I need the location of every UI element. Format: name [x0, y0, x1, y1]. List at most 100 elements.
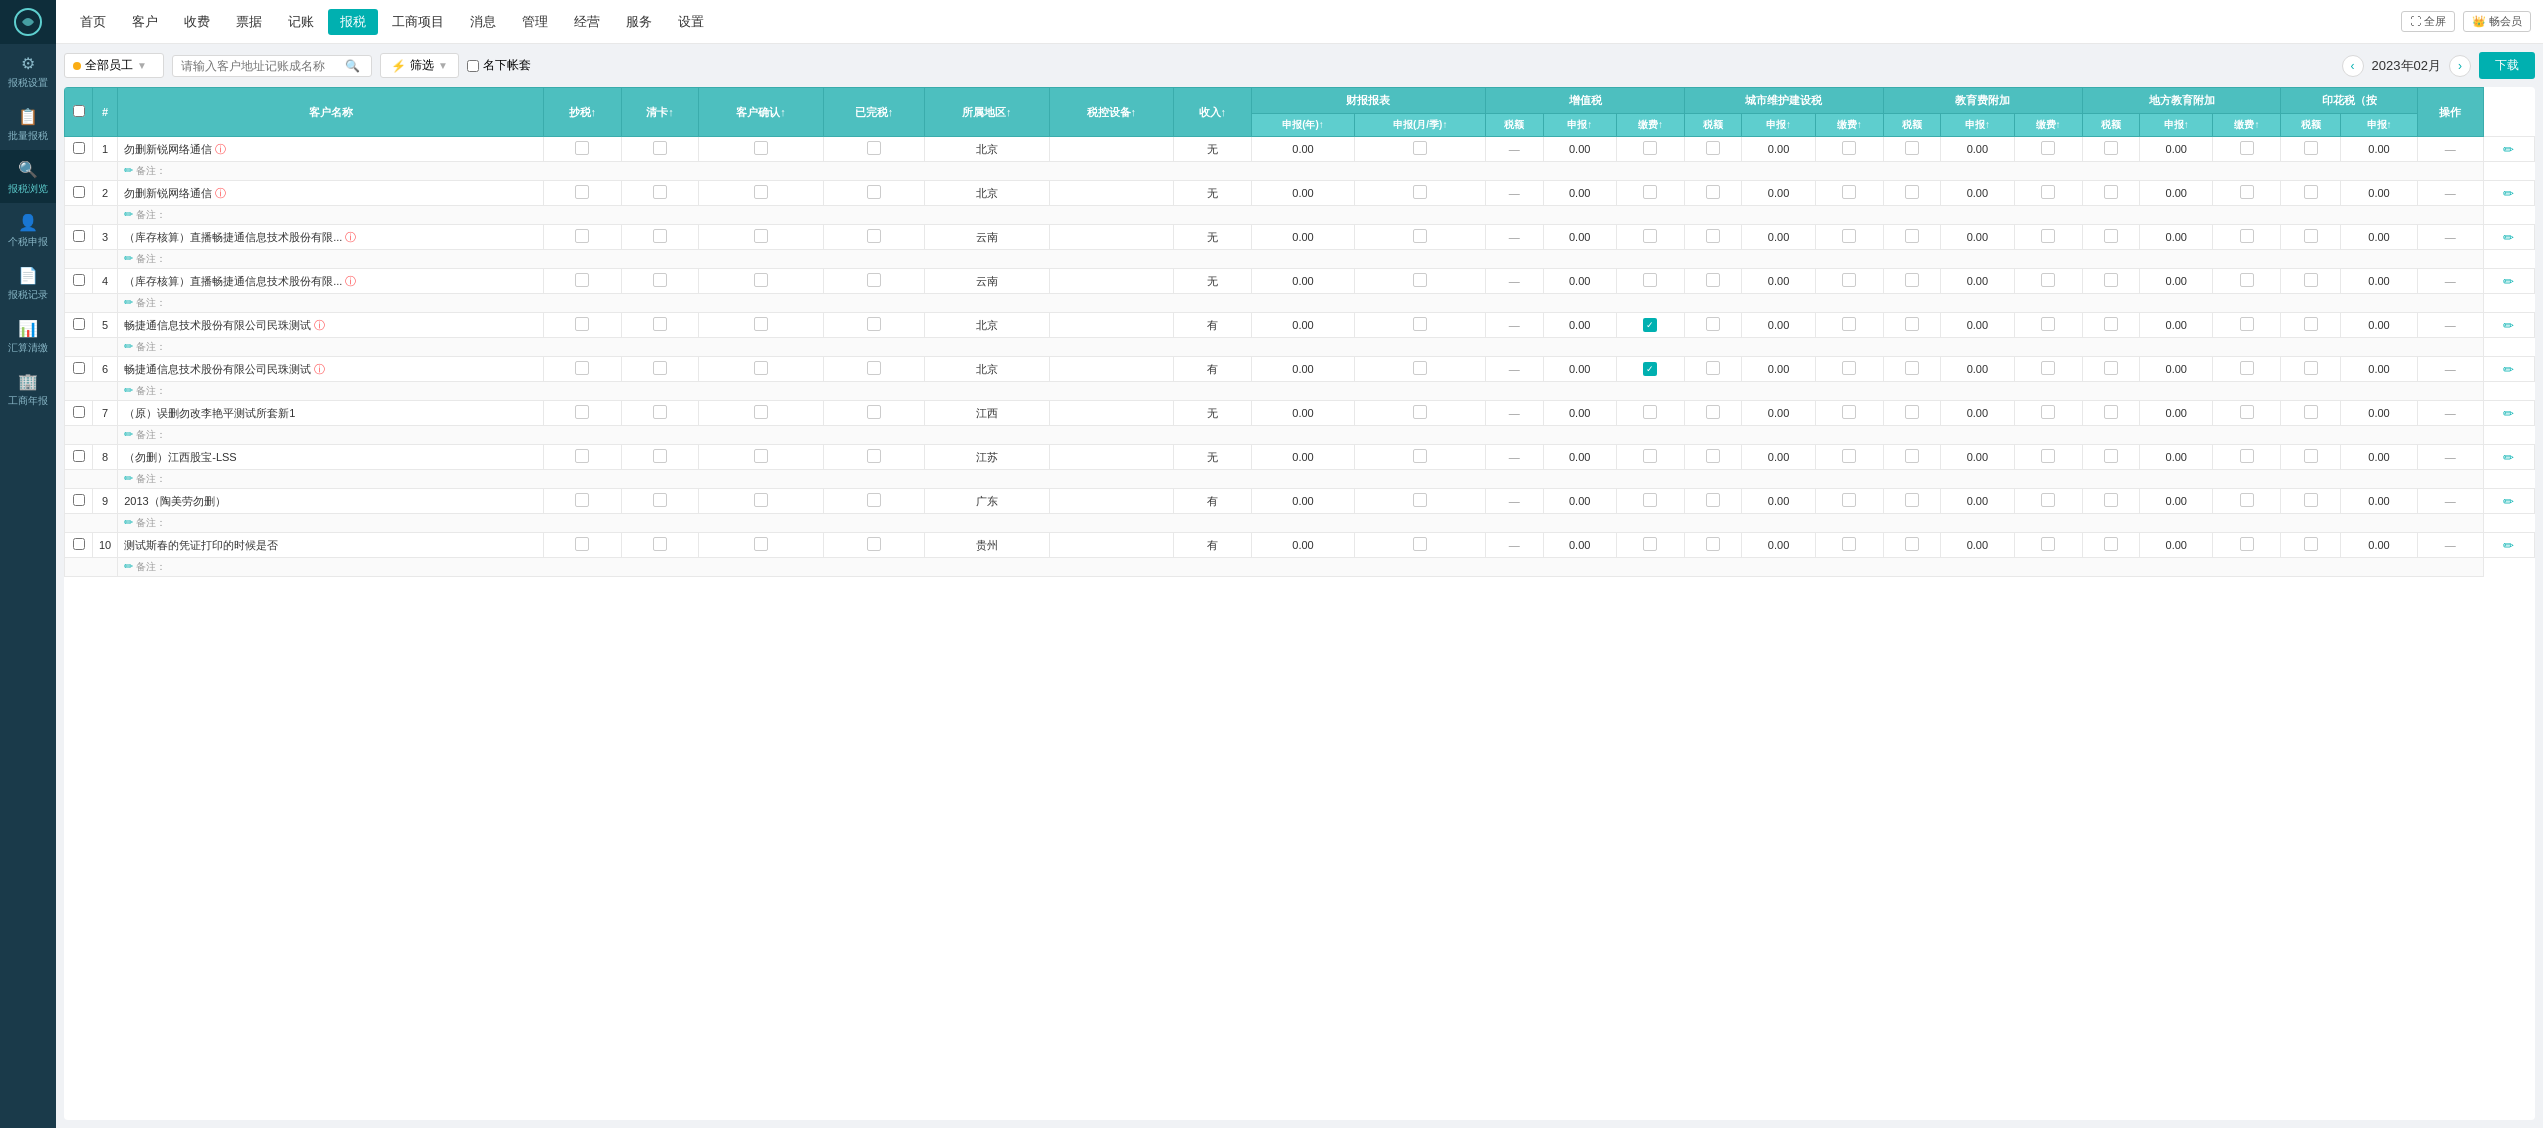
nav-business[interactable]: 工商项目: [380, 9, 456, 35]
th-declared[interactable]: 已完税↑: [823, 88, 924, 137]
row-actions[interactable]: ✏: [2483, 445, 2534, 470]
row-taxrate[interactable]: [543, 181, 621, 206]
named-account-checkbox-label[interactable]: 名下帐套: [467, 57, 531, 74]
row-declared[interactable]: [823, 445, 924, 470]
row-checkbox-cell[interactable]: [65, 269, 93, 294]
member-button[interactable]: 👑 畅会员: [2463, 11, 2531, 32]
edit-icon[interactable]: ✏: [2503, 494, 2514, 509]
row-zengzhi-declare[interactable]: ✓: [1616, 313, 1684, 338]
row-jiaoyu-fee[interactable]: [2082, 357, 2139, 382]
note-cell[interactable]: ✏ 备注：: [118, 514, 2483, 533]
row-caibao-year[interactable]: [1355, 225, 1486, 250]
edit-icon[interactable]: ✏: [2503, 538, 2514, 553]
row-clearcard[interactable]: [621, 445, 699, 470]
row-jiaoyu-declare[interactable]: [2014, 357, 2082, 382]
th-taxrate[interactable]: 抄税↑: [543, 88, 621, 137]
row-declared[interactable]: [823, 137, 924, 162]
row-jiaoyu-declare[interactable]: [2014, 489, 2082, 514]
row-cheng-fee[interactable]: [1883, 357, 1940, 382]
row-cheng-declare[interactable]: [1815, 357, 1883, 382]
row-cheng-declare[interactable]: [1815, 445, 1883, 470]
nav-fee[interactable]: 收费: [172, 9, 222, 35]
th-zengzhi-declare[interactable]: 申报↑: [1543, 114, 1616, 137]
edit-icon[interactable]: ✏: [2503, 362, 2514, 377]
row-jiaoyu-fee[interactable]: [2082, 181, 2139, 206]
row-jiaoyu-declare[interactable]: [2014, 445, 2082, 470]
row-checkbox-cell[interactable]: [65, 533, 93, 558]
row-checkbox[interactable]: [73, 494, 85, 506]
nav-bookkeeping[interactable]: 记账: [276, 9, 326, 35]
note-cell[interactable]: ✏ 备注：: [118, 294, 2483, 313]
edit-icon[interactable]: ✏: [2503, 230, 2514, 245]
nav-home[interactable]: 首页: [68, 9, 118, 35]
row-cheng-fee[interactable]: [1883, 313, 1940, 338]
th-region[interactable]: 所属地区↑: [924, 88, 1049, 137]
th-zengzhi-fee[interactable]: 缴费↑: [1616, 114, 1684, 137]
sidebar-item-jilu[interactable]: 📄 报税记录: [0, 256, 56, 309]
row-confirm[interactable]: [699, 269, 824, 294]
row-difang-declare[interactable]: [2213, 401, 2281, 426]
row-difang-fee[interactable]: [2281, 181, 2341, 206]
row-clearcard[interactable]: [621, 313, 699, 338]
row-name[interactable]: 勿删新锐网络通信 ⓘ: [118, 181, 544, 206]
row-checkbox[interactable]: [73, 274, 85, 286]
row-caibao-year[interactable]: [1355, 445, 1486, 470]
row-difang-fee[interactable]: [2281, 533, 2341, 558]
row-zengzhi-declare[interactable]: [1616, 489, 1684, 514]
th-income[interactable]: 收入↑: [1174, 88, 1252, 137]
row-jiaoyu-fee[interactable]: [2082, 489, 2139, 514]
row-actions[interactable]: ✏: [2483, 489, 2534, 514]
row-jiaoyu-declare[interactable]: [2014, 225, 2082, 250]
row-difang-declare[interactable]: [2213, 445, 2281, 470]
row-name[interactable]: 2013（陶美劳勿删）: [118, 489, 544, 514]
row-checkbox-cell[interactable]: [65, 489, 93, 514]
row-zengzhi-fee[interactable]: [1684, 269, 1741, 294]
employee-filter-select[interactable]: 全部员工 ▼: [64, 53, 164, 78]
row-confirm[interactable]: [699, 181, 824, 206]
row-declared[interactable]: [823, 401, 924, 426]
row-name[interactable]: 勿删新锐网络通信 ⓘ: [118, 137, 544, 162]
th-taxdevice[interactable]: 税控设备↑: [1049, 88, 1174, 137]
nav-invoice[interactable]: 票据: [224, 9, 274, 35]
row-name[interactable]: （库存核算）直播畅捷通信息技术股份有限... ⓘ: [118, 225, 544, 250]
th-yinhua-declare[interactable]: 申报↑: [2341, 114, 2417, 137]
nav-customer[interactable]: 客户: [120, 9, 170, 35]
row-difang-fee[interactable]: [2281, 489, 2341, 514]
row-jiaoyu-declare[interactable]: [2014, 269, 2082, 294]
row-difang-fee[interactable]: [2281, 401, 2341, 426]
row-difang-declare[interactable]: [2213, 533, 2281, 558]
note-cell[interactable]: ✏ 备注：: [118, 470, 2483, 489]
edit-icon[interactable]: ✏: [2503, 450, 2514, 465]
row-checkbox[interactable]: [73, 142, 85, 154]
row-zengzhi-fee[interactable]: [1684, 357, 1741, 382]
row-zengzhi-fee[interactable]: [1684, 401, 1741, 426]
th-confirm[interactable]: 客户确认↑: [699, 88, 824, 137]
named-account-checkbox[interactable]: [467, 60, 479, 72]
row-taxrate[interactable]: [543, 269, 621, 294]
row-actions[interactable]: ✏: [2483, 225, 2534, 250]
row-zengzhi-declare[interactable]: [1616, 401, 1684, 426]
row-jiaoyu-fee[interactable]: [2082, 401, 2139, 426]
edit-icon[interactable]: ✏: [2503, 318, 2514, 333]
th-cheng-declare[interactable]: 申报↑: [1742, 114, 1815, 137]
row-caibao-year[interactable]: [1355, 533, 1486, 558]
row-name[interactable]: 畅捷通信息技术股份有限公司民珠测试 ⓘ: [118, 313, 544, 338]
row-jiaoyu-fee[interactable]: [2082, 225, 2139, 250]
row-checkbox[interactable]: [73, 450, 85, 462]
row-cheng-declare[interactable]: [1815, 269, 1883, 294]
row-declared[interactable]: [823, 533, 924, 558]
row-actions[interactable]: ✏: [2483, 137, 2534, 162]
edit-icon[interactable]: ✏: [2503, 274, 2514, 289]
row-name[interactable]: （原）误删勿改李艳平测试所套新1: [118, 401, 544, 426]
note-cell[interactable]: ✏ 备注：: [118, 250, 2483, 269]
row-jiaoyu-fee[interactable]: [2082, 313, 2139, 338]
row-caibao-year[interactable]: [1355, 401, 1486, 426]
row-checkbox-cell[interactable]: [65, 137, 93, 162]
th-jiaoyu-fee[interactable]: 缴费↑: [2014, 114, 2082, 137]
row-difang-fee[interactable]: [2281, 357, 2341, 382]
row-confirm[interactable]: [699, 489, 824, 514]
row-zengzhi-declare[interactable]: [1616, 445, 1684, 470]
next-month-button[interactable]: ›: [2449, 55, 2471, 77]
row-confirm[interactable]: [699, 225, 824, 250]
row-zengzhi-declare[interactable]: [1616, 181, 1684, 206]
